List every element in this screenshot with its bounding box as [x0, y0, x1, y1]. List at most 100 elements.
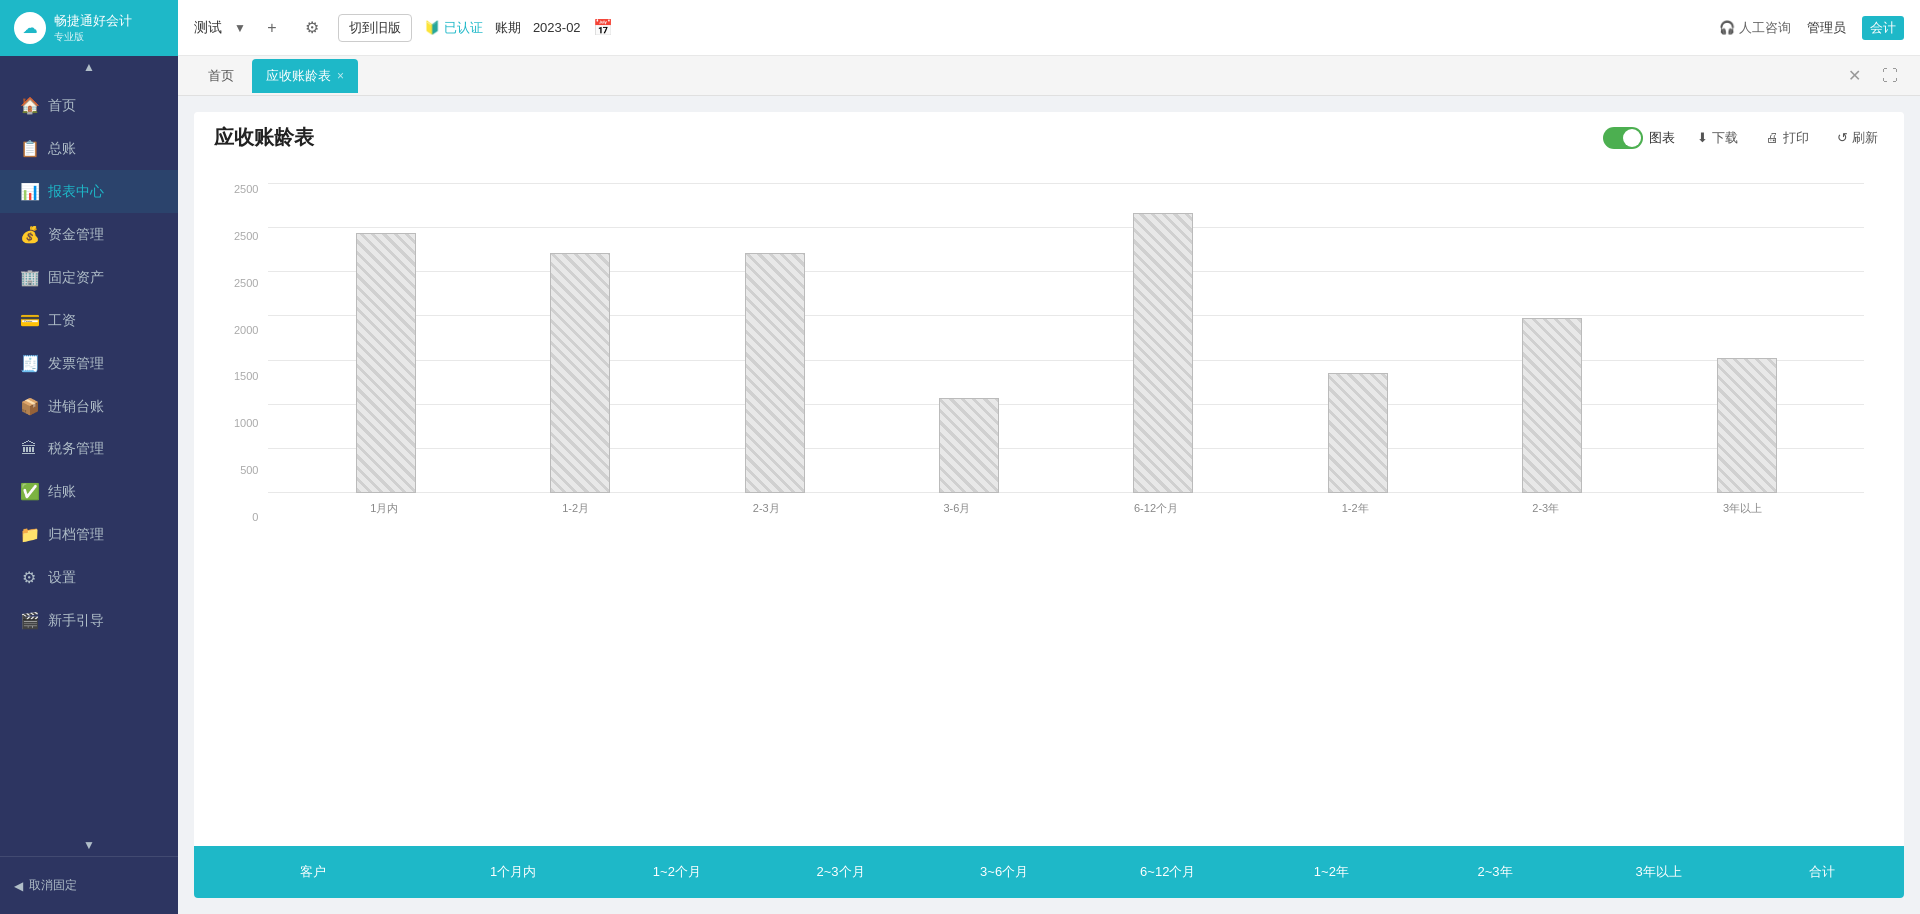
topbar: 测试 ▼ + ⚙ 切到旧版 🔰 已认证 账期 2023-02 📅 🎧 人工咨询 … — [178, 0, 1920, 56]
report-header: 应收账龄表 图表 ⬇ 下载 🖨 打印 ↺ — [194, 112, 1904, 163]
sidebar-item-reports[interactable]: 📊 报表中心 — [0, 170, 178, 213]
archive-icon: 📁 — [20, 525, 38, 544]
print-icon: 🖨 — [1766, 130, 1779, 145]
invoice-icon: 🧾 — [20, 354, 38, 373]
sidebar-item-funds[interactable]: 💰 资金管理 — [0, 213, 178, 256]
sidebar-item-checkout[interactable]: ✅ 结账 — [0, 470, 178, 513]
cancel-fixed-icon: ◀ — [14, 879, 23, 893]
x-label-2-3year: 2-3年 — [1532, 501, 1559, 516]
th-customer: 客户 — [194, 863, 431, 881]
user-role: 会计 — [1862, 16, 1904, 40]
tabs-bar: 首页 应收账龄表 × ✕ ⛶ — [178, 56, 1920, 96]
chart-container: 2500 2500 2500 2000 1500 1000 500 0 — [194, 163, 1904, 846]
topbar-title: 测试 — [194, 19, 222, 37]
tab-home[interactable]: 首页 — [194, 59, 248, 93]
salary-icon: 💳 — [20, 311, 38, 330]
sidebar-item-salary[interactable]: 💳 工资 — [0, 299, 178, 342]
content-area: 应收账龄表 图表 ⬇ 下载 🖨 打印 ↺ — [178, 96, 1920, 914]
x-label-1-2year: 1-2年 — [1342, 501, 1369, 516]
refresh-button[interactable]: ↺ 刷新 — [1831, 125, 1884, 151]
expand-button[interactable]: ⛶ — [1876, 62, 1904, 90]
y-axis: 2500 2500 2500 2000 1500 1000 500 0 — [234, 183, 258, 523]
tax-icon: 🏛 — [20, 440, 38, 458]
x-axis: 1月内 1-2月 2-3月 3-6月 6-12个月 1-2年 2-3年 3年以上 — [268, 493, 1864, 523]
ledger-icon: 📋 — [20, 139, 38, 158]
tabs-actions: ✕ ⛶ — [1840, 62, 1904, 90]
close-window-button[interactable]: ✕ — [1840, 62, 1868, 90]
y-label-2500c: 2500 — [234, 277, 258, 289]
sidebar-item-invoice[interactable]: 🧾 发票管理 — [0, 342, 178, 385]
consult-button[interactable]: 🎧 人工咨询 — [1719, 19, 1791, 37]
home-icon: 🏠 — [20, 96, 38, 115]
topbar-dropdown-icon[interactable]: ▼ — [234, 21, 246, 35]
x-label-3-6month: 3-6月 — [943, 501, 970, 516]
table-header: 客户 1个月内 1~2个月 2~3个月 3~6个月 6~12个月 1~2年 2~… — [194, 846, 1904, 898]
old-version-button[interactable]: 切到旧版 — [338, 14, 412, 42]
sidebar-item-archive[interactable]: 📁 归档管理 — [0, 513, 178, 556]
sidebar-bottom: ◀ 取消固定 — [0, 856, 178, 914]
tab-ar-aging[interactable]: 应收账龄表 × — [252, 59, 358, 93]
print-button[interactable]: 🖨 打印 — [1760, 125, 1815, 151]
bar-1-2month — [550, 253, 610, 493]
certified-badge: 🔰 已认证 — [424, 19, 483, 37]
th-3plus-year: 3年以上 — [1577, 863, 1741, 881]
bar-group-1month — [356, 233, 416, 493]
sidebar-item-tax[interactable]: 🏛 税务管理 — [0, 428, 178, 470]
consult-icon: 🎧 — [1719, 20, 1735, 35]
chart-inner: 1月内 1-2月 2-3月 3-6月 6-12个月 1-2年 2-3年 3年以上 — [268, 183, 1864, 523]
refresh-icon: ↺ — [1837, 130, 1848, 145]
expand-icon: ⛶ — [1882, 67, 1898, 85]
th-1-2year: 1~2年 — [1250, 863, 1414, 881]
th-total: 合计 — [1740, 863, 1904, 881]
logo-icon: ☁ — [14, 12, 46, 44]
checkout-icon: ✅ — [20, 482, 38, 501]
chart-area: 2500 2500 2500 2000 1500 1000 500 0 — [234, 183, 1864, 523]
y-label-2000: 2000 — [234, 324, 258, 336]
x-label-2-3month: 2-3月 — [753, 501, 780, 516]
sidebar-logo: ☁ 畅捷通好会计 专业版 — [0, 0, 178, 56]
x-label-3plus-year: 3年以上 — [1723, 501, 1762, 516]
assets-icon: 🏢 — [20, 268, 38, 287]
sidebar-item-home[interactable]: 🏠 首页 — [0, 84, 178, 127]
chart-toggle[interactable] — [1603, 127, 1643, 149]
funds-icon: 💰 — [20, 225, 38, 244]
th-1month: 1个月内 — [431, 863, 595, 881]
y-label-2500b: 2500 — [234, 230, 258, 242]
y-label-1000: 1000 — [234, 417, 258, 429]
certified-icon: 🔰 — [424, 20, 440, 35]
topbar-right: 🎧 人工咨询 管理员 会计 — [1719, 16, 1904, 40]
sidebar-item-settings[interactable]: ⚙ 设置 — [0, 556, 178, 599]
cancel-fixed-button[interactable]: ◀ 取消固定 — [0, 867, 178, 904]
scroll-down-arrow[interactable]: ▼ — [0, 834, 178, 856]
main-area: 测试 ▼ + ⚙ 切到旧版 🔰 已认证 账期 2023-02 📅 🎧 人工咨询 … — [178, 0, 1920, 914]
th-1-2month: 1~2个月 — [595, 863, 759, 881]
toggle-label: 图表 — [1649, 129, 1675, 147]
user-name: 管理员 — [1807, 19, 1846, 37]
scroll-up-arrow[interactable]: ▲ — [0, 56, 178, 78]
th-2-3month: 2~3个月 — [759, 863, 923, 881]
th-3-6month: 3~6个月 — [922, 863, 1086, 881]
y-label-0: 0 — [234, 511, 258, 523]
download-icon: ⬇ — [1697, 130, 1708, 145]
sidebar-item-ledger[interactable]: 📋 总账 — [0, 127, 178, 170]
bar-group-2-3month — [745, 253, 805, 493]
download-button[interactable]: ⬇ 下载 — [1691, 125, 1744, 151]
report-actions: 图表 ⬇ 下载 🖨 打印 ↺ 刷新 — [1603, 125, 1884, 151]
period-label: 账期 — [495, 19, 521, 37]
th-2-3year: 2~3年 — [1413, 863, 1577, 881]
add-button[interactable]: + — [258, 14, 286, 42]
x-label-1month: 1月内 — [370, 501, 398, 516]
bar-group-1-2month — [550, 253, 610, 493]
sidebar-item-sales[interactable]: 📦 进销台账 — [0, 385, 178, 428]
y-label-2500a: 2500 — [234, 183, 258, 195]
sidebar-item-assets[interactable]: 🏢 固定资产 — [0, 256, 178, 299]
settings-button[interactable]: ⚙ — [298, 14, 326, 42]
tab-close-icon[interactable]: × — [337, 69, 344, 83]
calendar-icon[interactable]: 📅 — [593, 18, 613, 37]
report-panel: 应收账龄表 图表 ⬇ 下载 🖨 打印 ↺ — [194, 112, 1904, 898]
sidebar-item-guide[interactable]: 🎬 新手引导 — [0, 599, 178, 642]
x-label-1-2month: 1-2月 — [562, 501, 589, 516]
x-label-6-12month: 6-12个月 — [1134, 501, 1178, 516]
bar-3plus-year — [1717, 358, 1777, 493]
topbar-settings-icon: ⚙ — [305, 18, 319, 37]
